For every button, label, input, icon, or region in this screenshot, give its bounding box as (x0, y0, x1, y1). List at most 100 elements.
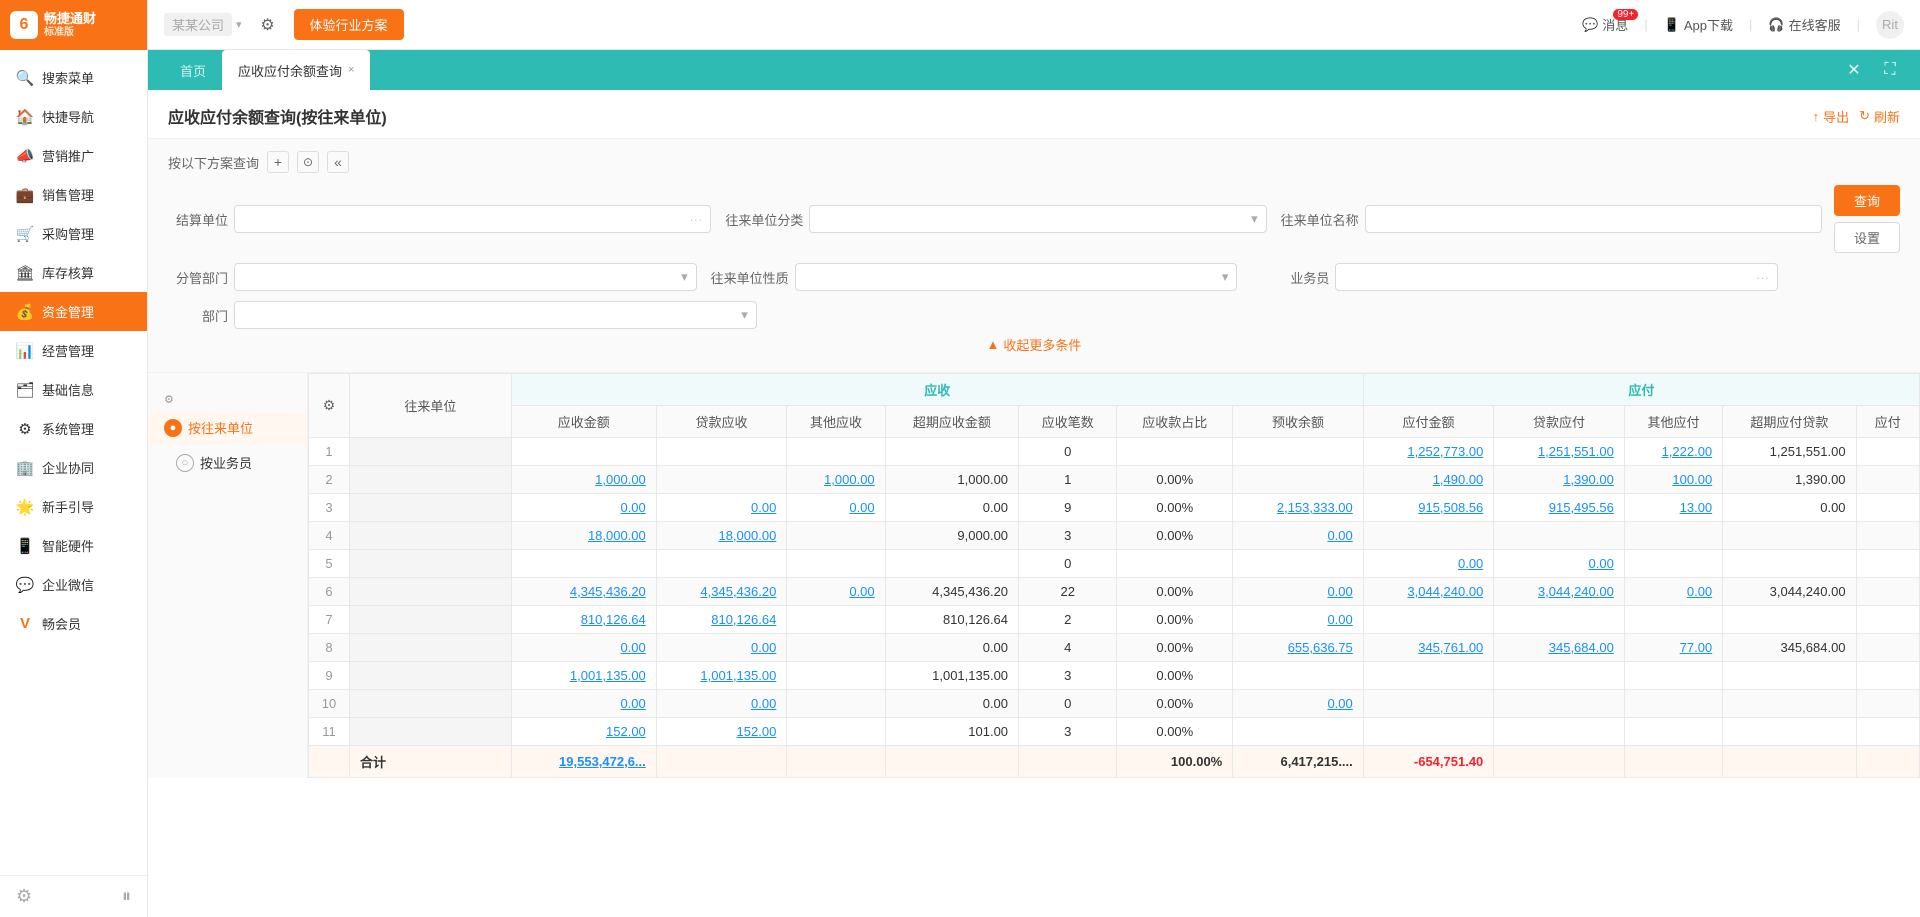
dept-manage-select[interactable]: ▾ (234, 263, 697, 291)
export-button[interactable]: ↑ 导出 (1813, 107, 1850, 126)
refresh-button[interactable]: ↻ 刷新 (1859, 107, 1900, 126)
partner-nature-select[interactable]: ▾ (795, 263, 1238, 291)
cell-link[interactable]: 1,000.00 (824, 472, 875, 487)
setting-button[interactable]: 设置 (1834, 222, 1900, 253)
cell-link[interactable]: 0.00 (620, 500, 645, 515)
dept-select[interactable]: ▾ (234, 301, 757, 329)
cell-link[interactable]: 0.00 (1327, 696, 1352, 711)
left-panel: ⚙ ● 按往来单位 ○ 按业务员 (148, 373, 308, 778)
cell-link[interactable]: 345,761.00 (1418, 640, 1483, 655)
member-icon: V (16, 615, 34, 633)
cell-link[interactable]: 0.00 (620, 696, 645, 711)
sidebar-item-guide[interactable]: 🌟 新手引导 (0, 487, 147, 526)
tab-home[interactable]: 首页 (164, 50, 222, 90)
filter-row-2: 分管部门 ▾ 往来单位性质 ▾ (168, 263, 1900, 291)
sidebar-item-search[interactable]: 🔍 搜索菜单 (0, 58, 147, 97)
cell-link[interactable]: 1,001,135.00 (570, 668, 646, 683)
filter-collapse-button[interactable]: ▲ 收起更多条件 (168, 329, 1900, 360)
cell-link[interactable]: 0.00 (849, 500, 874, 515)
app-download-button[interactable]: 📱 App下载 (1664, 15, 1733, 34)
sidebar-item-purchase[interactable]: 🛒 采购管理 (0, 214, 147, 253)
filter-label: 按以下方案查询 (168, 153, 259, 172)
th-ar-ratio: 应收款占比 (1117, 406, 1233, 438)
solution-button[interactable]: 体验行业方案 (294, 9, 404, 40)
cell-link[interactable]: 3,044,240.00 (1407, 584, 1483, 599)
sidebar-item-quicknav[interactable]: 🏠 快捷导航 (0, 97, 147, 136)
sidebar-item-basic[interactable]: 🗂 基础信息 (0, 370, 147, 409)
filter-collapse-btn[interactable]: « (327, 151, 349, 173)
sidebar-item-operations[interactable]: 📊 经营管理 (0, 331, 147, 370)
sidebar-item-system[interactable]: ⚙ 系统管理 (0, 409, 147, 448)
tab-close-window-icon[interactable]: ✕ (1840, 56, 1868, 84)
sidebar-item-inventory[interactable]: 🏛 库存核算 (0, 253, 147, 292)
cell-link[interactable]: 4,345,436.20 (570, 584, 646, 599)
cell-link[interactable]: 810,126.64 (581, 612, 646, 627)
company-chevron-icon[interactable]: ▾ (236, 18, 242, 31)
cell-link[interactable]: 77.00 (1680, 640, 1713, 655)
cell-link[interactable]: 2,153,333.00 (1277, 500, 1353, 515)
cell-link[interactable]: 1,252,773.00 (1407, 444, 1483, 459)
cell-link[interactable]: 0.00 (1458, 556, 1483, 571)
cell-link[interactable]: 1,222.00 (1662, 444, 1713, 459)
cell-link[interactable]: 810,126.64 (711, 612, 776, 627)
cell-link[interactable]: 1,000.00 (595, 472, 646, 487)
query-button[interactable]: 查询 (1834, 185, 1900, 216)
cell-link[interactable]: 0.00 (751, 640, 776, 655)
cell-link[interactable]: 18,000.00 (718, 528, 776, 543)
refresh-icon: ↻ (1859, 108, 1870, 124)
cell-link[interactable]: 1,001,135.00 (700, 668, 776, 683)
sidebar-item-corp[interactable]: 🏢 企业协同 (0, 448, 147, 487)
cell-link[interactable]: 18,000.00 (588, 528, 646, 543)
sidebar-item-finance[interactable]: 💰 资金管理 (0, 292, 147, 331)
sidebar-item-hardware[interactable]: 📱 智能硬件 (0, 526, 147, 565)
tab-close-icon[interactable]: × (348, 64, 354, 76)
topbar-gear-icon[interactable]: ⚙ (254, 11, 282, 39)
cell-link[interactable]: 4,345,436.20 (700, 584, 776, 599)
tab-ar-query[interactable]: 应收应付余额查询 × (222, 50, 370, 90)
cell-link[interactable]: 0.00 (1327, 528, 1352, 543)
cell-link[interactable]: 1,390.00 (1563, 472, 1614, 487)
sidebar-item-wechat[interactable]: 💬 企业微信 (0, 565, 147, 604)
cell-link[interactable]: 345,684.00 (1549, 640, 1614, 655)
cell-link[interactable]: 100.00 (1672, 472, 1712, 487)
sidebar-item-marketing[interactable]: 📣 营销推广 (0, 136, 147, 175)
cell-link[interactable]: 1,490.00 (1433, 472, 1484, 487)
cell-link[interactable]: 0.00 (1687, 584, 1712, 599)
footer-ar-amount[interactable]: 19,553,472,6... (511, 746, 656, 778)
cell-link[interactable]: 152.00 (737, 724, 777, 739)
cell-link[interactable]: 0.00 (1589, 556, 1614, 571)
cell-link[interactable]: 655,636.75 (1288, 640, 1353, 655)
cell-link[interactable]: 1,251,551.00 (1538, 444, 1614, 459)
tab-home-label: 首页 (180, 61, 206, 80)
cell-link[interactable]: 0.00 (1327, 612, 1352, 627)
filter-dept: 部门 ▾ (168, 301, 757, 329)
filter-settings-button[interactable]: ⊙ (297, 151, 319, 173)
message-button[interactable]: 💬 消息 99+ (1582, 15, 1628, 34)
cell-link[interactable]: 0.00 (1327, 584, 1352, 599)
cell-link[interactable]: 0.00 (751, 500, 776, 515)
collapse-sidebar-icon[interactable]: ⏸ (122, 886, 131, 907)
avatar[interactable]: Rit (1876, 11, 1904, 39)
salesman-input[interactable]: ··· (1335, 263, 1778, 291)
left-panel-item-partner[interactable]: ● 按往来单位 (148, 410, 307, 445)
left-panel-item-salesman[interactable]: ○ 按业务员 (148, 445, 307, 480)
tab-maximize-icon[interactable]: ⛶ (1876, 56, 1904, 84)
cell-link[interactable]: 3,044,240.00 (1538, 584, 1614, 599)
online-service-button[interactable]: 🎧 在线客服 (1768, 15, 1840, 34)
partner-category-select[interactable]: ▾ (809, 205, 1266, 233)
partner-name-input[interactable] (1365, 205, 1822, 233)
cell-link[interactable]: 0.00 (620, 640, 645, 655)
table-row: 101,252,773.001,251,551.001,222.001,251,… (309, 438, 1920, 466)
filter-add-button[interactable]: + (267, 151, 289, 173)
cell-link[interactable]: 0.00 (849, 584, 874, 599)
sidebar-item-sales[interactable]: 💼 销售管理 (0, 175, 147, 214)
cell-link[interactable]: 13.00 (1680, 500, 1713, 515)
cell-link[interactable]: 0.00 (751, 696, 776, 711)
settings-gear-icon[interactable]: ⚙ (16, 886, 32, 907)
cell-link[interactable]: 915,508.56 (1418, 500, 1483, 515)
settlement-input[interactable]: ··· (234, 205, 711, 233)
cell-link[interactable]: 915,495.56 (1549, 500, 1614, 515)
table-settings-icon[interactable]: ⚙ (319, 396, 339, 416)
sidebar-item-member[interactable]: V 畅会员 (0, 604, 147, 643)
cell-link[interactable]: 152.00 (606, 724, 646, 739)
